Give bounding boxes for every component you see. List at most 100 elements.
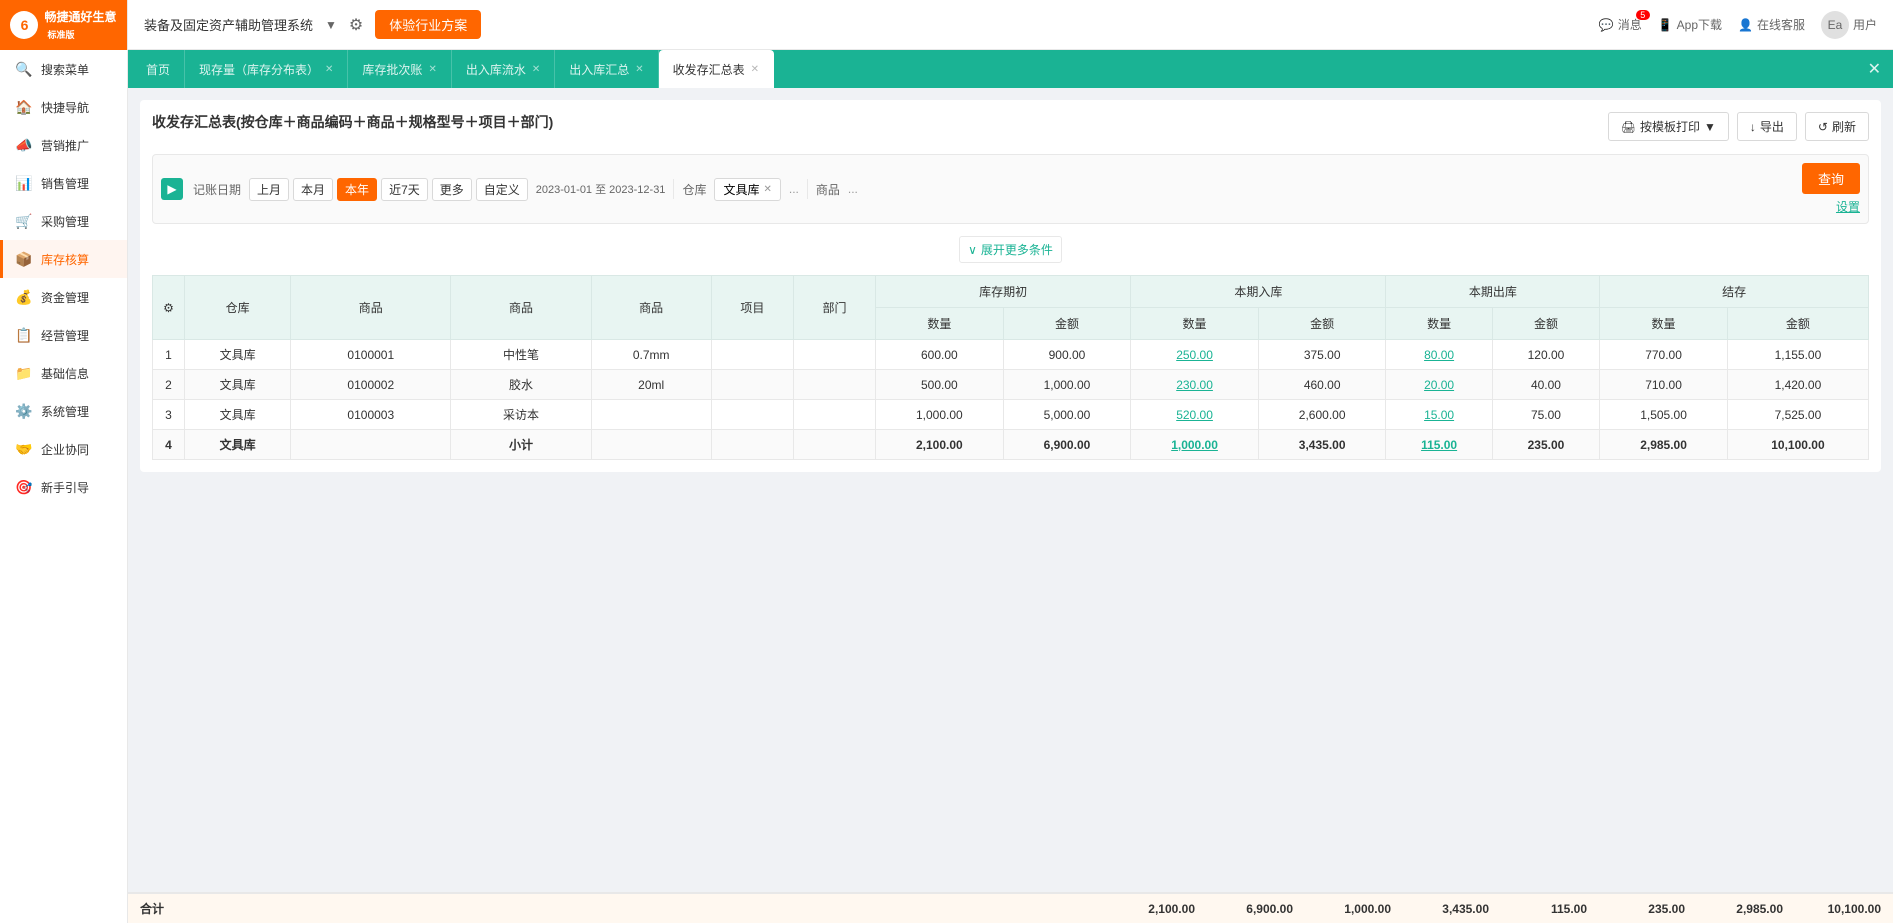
date-btn-last-month[interactable]: 上月 — [249, 178, 289, 201]
tab-close-stock-summary[interactable]: ✕ — [635, 64, 643, 75]
query-button[interactable]: 查询 — [1802, 163, 1860, 194]
cell-no: 3 — [153, 400, 185, 430]
system-dropdown[interactable]: ▼ — [325, 18, 337, 32]
sidebar-label-operations: 经营管理 — [41, 327, 89, 344]
date-btn-this-month[interactable]: 本月 — [293, 178, 333, 201]
export-button[interactable]: ↓ 导出 — [1737, 112, 1797, 141]
page-content: 收发存汇总表(按仓库＋商品编码＋商品＋规格型号＋项目＋部门) 🖨 按模板打印 ▼… — [128, 88, 1893, 892]
sidebar-item-search[interactable]: 🔍 搜索菜单 — [0, 50, 127, 88]
out-qty-link[interactable]: 15.00 — [1424, 408, 1454, 422]
th-gear[interactable]: ⚙ — [153, 276, 185, 340]
cell-bal-qty: 710.00 — [1600, 370, 1728, 400]
tab-close-inventory-dist[interactable]: ✕ — [325, 64, 333, 75]
cell-goods: 小计 — [451, 430, 591, 460]
operations-icon: 📋 — [15, 326, 33, 344]
header-right: 💬 消息 5 📱 App下载 👤 在线客服 Ea 用户 — [1599, 11, 1877, 39]
nav-tab-inventory-dist[interactable]: 现存量（库存分布表）✕ — [185, 50, 348, 88]
sidebar-item-quick-nav[interactable]: 🏠 快捷导航 — [0, 88, 127, 126]
cell-spec: 20ml — [591, 370, 711, 400]
filter-bar: ▶ 记账日期 上月 本月 本年 近7天 更多 自定义 2023-01-01 至 … — [152, 154, 1869, 224]
logo-icon: 6 — [10, 11, 38, 39]
date-btn-more[interactable]: 更多 — [432, 178, 472, 201]
th-warehouse: 仓库 — [185, 276, 291, 340]
cell-out-amt: 120.00 — [1492, 340, 1600, 370]
user-action[interactable]: Ea 用户 — [1821, 11, 1877, 39]
nav-tab-receipt-summary[interactable]: 收发存汇总表✕ — [659, 50, 774, 88]
user-avatar: Ea — [1821, 11, 1849, 39]
main-card: 收发存汇总表(按仓库＋商品编码＋商品＋规格型号＋项目＋部门) 🖨 按模板打印 ▼… — [140, 100, 1881, 472]
cell-out-amt: 235.00 — [1492, 430, 1600, 460]
nav-tab-stock-flow[interactable]: 出入库流水✕ — [452, 50, 555, 88]
out-qty-subtotal-link[interactable]: 115.00 — [1421, 438, 1457, 452]
sidebar-item-marketing[interactable]: 📣 营销推广 — [0, 126, 127, 164]
data-table: ⚙ 仓库 商品 商品 商品 项目 部门 库存期初 本期入库 本期出库 结存 — [152, 275, 1869, 460]
out-qty-link[interactable]: 20.00 — [1424, 378, 1454, 392]
tab-label-stock-summary: 出入库汇总 — [569, 61, 629, 78]
tab-close-receipt-summary[interactable]: ✕ — [751, 64, 759, 75]
date-btn-custom[interactable]: 自定义 — [476, 178, 528, 201]
table-row: 3 文具库 0100003 采访本 1,000.00 5,000.00 520.… — [153, 400, 1869, 430]
tab-close-batch-ledger[interactable]: ✕ — [428, 64, 436, 75]
sidebar-item-operations[interactable]: 📋 经营管理 — [0, 316, 127, 354]
message-action[interactable]: 💬 消息 5 — [1599, 16, 1642, 33]
print-button[interactable]: 🖨 按模板打印 ▼ — [1608, 112, 1729, 141]
date-btn-this-year[interactable]: 本年 — [337, 178, 377, 201]
cell-dept — [793, 400, 875, 430]
sidebar-item-enterprise[interactable]: 🤝 企业协同 — [0, 430, 127, 468]
table-wrap: ⚙ 仓库 商品 商品 商品 项目 部门 库存期初 本期入库 本期出库 结存 — [152, 275, 1869, 460]
gear-icon[interactable]: ⚙ — [349, 15, 363, 35]
cell-no: 1 — [153, 340, 185, 370]
search-icon: 🔍 — [15, 60, 33, 78]
in-qty-link[interactable]: 250.00 — [1176, 348, 1213, 362]
tab-close-stock-flow[interactable]: ✕ — [532, 64, 540, 75]
sidebar: 6 畅捷通好生意 标准版 🔍 搜索菜单 🏠 快捷导航 📣 营销推广 📊 销售管理… — [0, 0, 128, 923]
print-icon: 🖨 — [1621, 120, 1636, 134]
warehouse-more[interactable]: ... — [789, 182, 799, 196]
close-all-tabs-button[interactable]: ✕ — [1856, 59, 1893, 79]
th-open-qty: 数量 — [876, 308, 1004, 340]
goods-more[interactable]: ... — [848, 182, 858, 196]
cell-project — [711, 400, 793, 430]
sidebar-label-quick-nav: 快捷导航 — [41, 99, 89, 116]
cell-bal-qty: 770.00 — [1600, 340, 1728, 370]
sidebar-label-enterprise: 企业协同 — [41, 441, 89, 458]
in-qty-link[interactable]: 520.00 — [1176, 408, 1213, 422]
settings-link[interactable]: 设置 — [1836, 198, 1860, 215]
cell-out-amt: 75.00 — [1492, 400, 1600, 430]
cell-project — [711, 340, 793, 370]
cell-open-qty: 500.00 — [876, 370, 1004, 400]
cell-in-amt: 3,435.00 — [1258, 430, 1386, 460]
warehouse-tag[interactable]: 文具库 ✕ — [714, 178, 780, 201]
footer-open-qty: 2,100.00 — [1105, 902, 1195, 916]
nav-tab-home[interactable]: 首页 — [132, 50, 185, 88]
expand-conditions-button[interactable]: ∨ 展开更多条件 — [959, 236, 1062, 263]
online-service-action[interactable]: 👤 在线客服 — [1738, 16, 1805, 33]
nav-tab-batch-ledger[interactable]: 库存批次账✕ — [348, 50, 451, 88]
date-btn-7days[interactable]: 近7天 — [381, 178, 428, 201]
warehouse-remove-icon[interactable]: ✕ — [763, 184, 771, 195]
footer-label: 合计 — [140, 900, 200, 917]
filter-toggle-button[interactable]: ▶ — [161, 178, 183, 200]
in-qty-link[interactable]: 230.00 — [1176, 378, 1213, 392]
footer-out-qty: 115.00 — [1497, 902, 1587, 916]
cell-open-qty: 1,000.00 — [876, 400, 1004, 430]
try-button[interactable]: 体验行业方案 — [375, 10, 481, 39]
sidebar-item-inventory[interactable]: 📦 库存核算 — [0, 240, 127, 278]
app-download-action[interactable]: 📱 App下载 — [1658, 16, 1722, 33]
refresh-button[interactable]: ↺ 刷新 — [1805, 112, 1869, 141]
nav-tab-stock-summary[interactable]: 出入库汇总 ✕ — [555, 50, 658, 88]
cell-warehouse: 文具库 — [185, 400, 291, 430]
cell-dept — [793, 430, 875, 460]
gear-settings-icon[interactable]: ⚙ — [163, 301, 174, 315]
out-qty-link[interactable]: 80.00 — [1424, 348, 1454, 362]
cell-spec — [591, 430, 711, 460]
sidebar-item-system[interactable]: ⚙️ 系统管理 — [0, 392, 127, 430]
sidebar-item-sales[interactable]: 📊 销售管理 — [0, 164, 127, 202]
sidebar-item-basic-info[interactable]: 📁 基础信息 — [0, 354, 127, 392]
sidebar-item-finance[interactable]: 💰 资金管理 — [0, 278, 127, 316]
cell-goods: 采访本 — [451, 400, 591, 430]
sidebar-item-purchase[interactable]: 🛒 采购管理 — [0, 202, 127, 240]
th-in-qty: 数量 — [1131, 308, 1259, 340]
sidebar-item-guide[interactable]: 🎯 新手引导 — [0, 468, 127, 506]
in-qty-subtotal-link[interactable]: 1,000.00 — [1171, 438, 1218, 452]
